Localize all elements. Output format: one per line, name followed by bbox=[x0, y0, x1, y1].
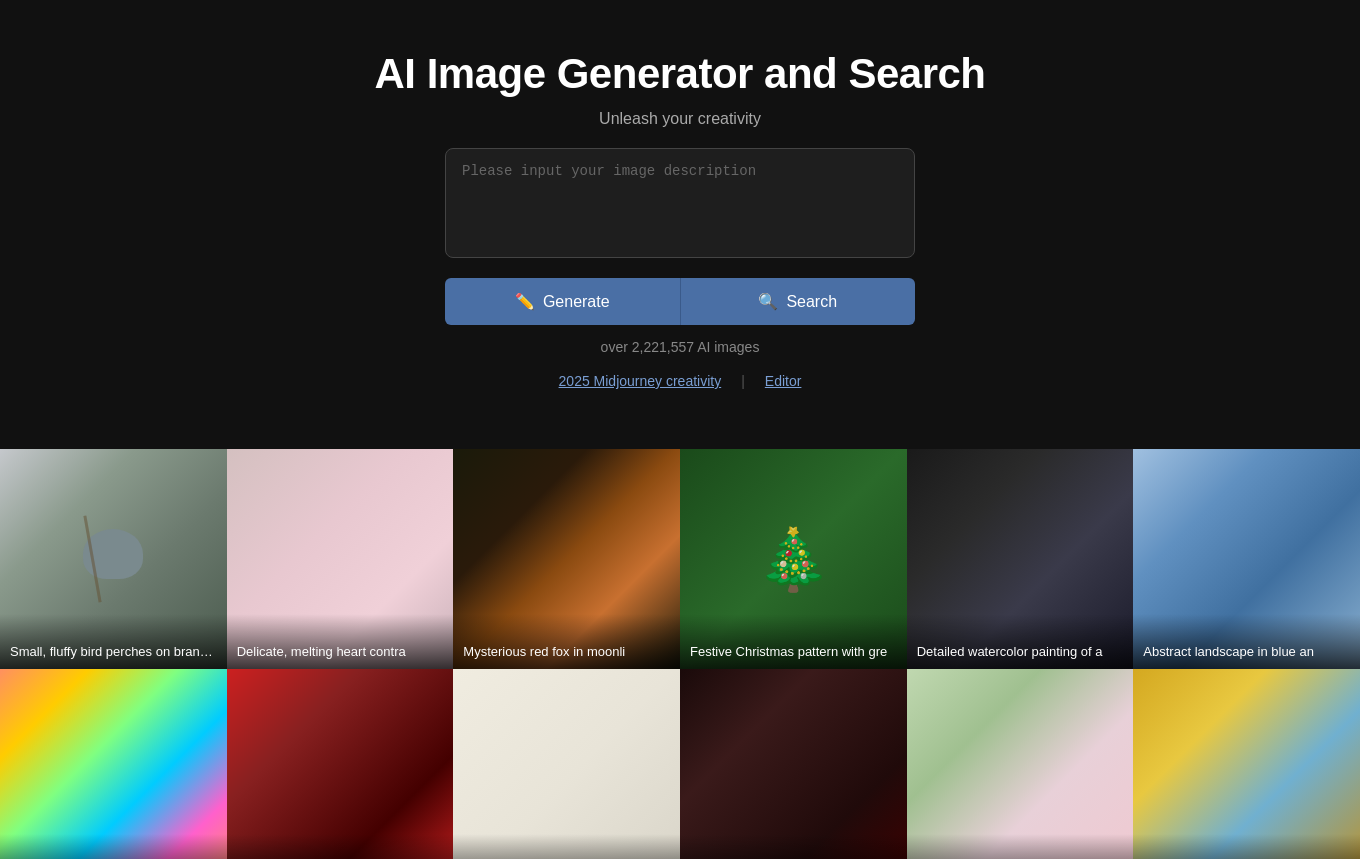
hero-section: AI Image Generator and Search Unleash yo… bbox=[0, 0, 1360, 449]
gallery-image-scared: Startled woman's face, sho bbox=[227, 669, 454, 859]
image-count: over 2,221,557 AI images bbox=[601, 339, 760, 355]
gallery-item-buddha[interactable]: Majestic golden Buddh... bbox=[1133, 669, 1360, 859]
gallery-image-dark-figure: Lone figure, spacecraft, myste bbox=[680, 669, 907, 859]
gallery-item-robot[interactable]: Detailed watercolor painting of a bbox=[907, 449, 1134, 669]
gallery-caption-colorful: Vibrant, abstract painting with dynamic … bbox=[0, 834, 227, 859]
gallery-image-colorful: Vibrant, abstract painting with dynamic … bbox=[0, 669, 227, 859]
gallery-image-bell: Festive Christmas scene with bbox=[907, 669, 1134, 859]
generate-button[interactable]: ✏️ Generate bbox=[445, 278, 680, 325]
gallery-image-heart: Delicate, melting heart contra bbox=[227, 449, 454, 669]
gallery-image-christmas: Festive Christmas pattern with gre bbox=[680, 449, 907, 669]
gallery-caption-bell: Festive Christmas scene with bbox=[907, 834, 1134, 859]
gallery-caption-dark-figure: Lone figure, spacecraft, myste bbox=[680, 834, 907, 859]
midjourney-link[interactable]: 2025 Midjourney creativity bbox=[559, 373, 722, 389]
gallery-item-fox[interactable]: Mysterious red fox in moonli bbox=[453, 449, 680, 669]
gallery-image-buddha: Majestic golden Buddh... bbox=[1133, 669, 1360, 859]
prompt-textarea[interactable] bbox=[445, 148, 915, 258]
search-button[interactable]: 🔍 Search bbox=[680, 278, 916, 325]
gallery-image-bird: Small, fluffy bird perches on branch in … bbox=[0, 449, 227, 669]
editor-link[interactable]: Editor bbox=[765, 373, 802, 389]
gallery-row-1: Small, fluffy bird perches on branch in … bbox=[0, 449, 1360, 669]
gallery-row-2: Vibrant, abstract painting with dynamic … bbox=[0, 669, 1360, 859]
gallery-caption-buddha: Majestic golden Buddh... bbox=[1133, 834, 1360, 859]
gallery-caption-chinese: Detailed Chinese paper cut art de bbox=[453, 834, 680, 859]
gallery-caption-fox: Mysterious red fox in moonli bbox=[453, 614, 680, 669]
gallery-item-chinese[interactable]: Detailed Chinese paper cut art de bbox=[453, 669, 680, 859]
generate-label: Generate bbox=[543, 293, 610, 311]
gallery-caption-heart: Delicate, melting heart contra bbox=[227, 614, 454, 669]
gallery-item-abstract-blue[interactable]: Abstract landscape in blue an bbox=[1133, 449, 1360, 669]
gallery-item-dark-figure[interactable]: Lone figure, spacecraft, myste bbox=[680, 669, 907, 859]
image-gallery: Small, fluffy bird perches on branch in … bbox=[0, 449, 1360, 859]
button-row: ✏️ Generate 🔍 Search bbox=[445, 278, 915, 325]
search-label: Search bbox=[786, 293, 837, 311]
gallery-item-christmas[interactable]: Festive Christmas pattern with gre bbox=[680, 449, 907, 669]
gallery-item-scared[interactable]: Startled woman's face, sho bbox=[227, 669, 454, 859]
gallery-caption-robot: Detailed watercolor painting of a bbox=[907, 614, 1134, 669]
gallery-caption-abstract-blue: Abstract landscape in blue an bbox=[1133, 614, 1360, 669]
link-divider: | bbox=[741, 373, 745, 389]
gallery-item-heart[interactable]: Delicate, melting heart contra bbox=[227, 449, 454, 669]
gallery-caption-christmas: Festive Christmas pattern with gre bbox=[680, 614, 907, 669]
gallery-item-bell[interactable]: Festive Christmas scene with bbox=[907, 669, 1134, 859]
gallery-image-robot: Detailed watercolor painting of a bbox=[907, 449, 1134, 669]
footer-links: 2025 Midjourney creativity | Editor bbox=[559, 373, 802, 389]
gallery-item-colorful[interactable]: Vibrant, abstract painting with dynamic … bbox=[0, 669, 227, 859]
gallery-image-abstract-blue: Abstract landscape in blue an bbox=[1133, 449, 1360, 669]
gallery-item-bird[interactable]: Small, fluffy bird perches on branch in … bbox=[0, 449, 227, 669]
generate-icon: ✏️ bbox=[515, 292, 535, 311]
gallery-caption-scared: Startled woman's face, sho bbox=[227, 834, 454, 859]
gallery-image-fox: Mysterious red fox in moonli bbox=[453, 449, 680, 669]
gallery-image-chinese: Detailed Chinese paper cut art de bbox=[453, 669, 680, 859]
prompt-wrapper bbox=[445, 148, 915, 262]
search-icon: 🔍 bbox=[758, 292, 778, 311]
gallery-caption-bird: Small, fluffy bird perches on branch in … bbox=[0, 614, 227, 669]
hero-subtitle: Unleash your creativity bbox=[599, 110, 761, 128]
page-title: AI Image Generator and Search bbox=[374, 50, 985, 98]
